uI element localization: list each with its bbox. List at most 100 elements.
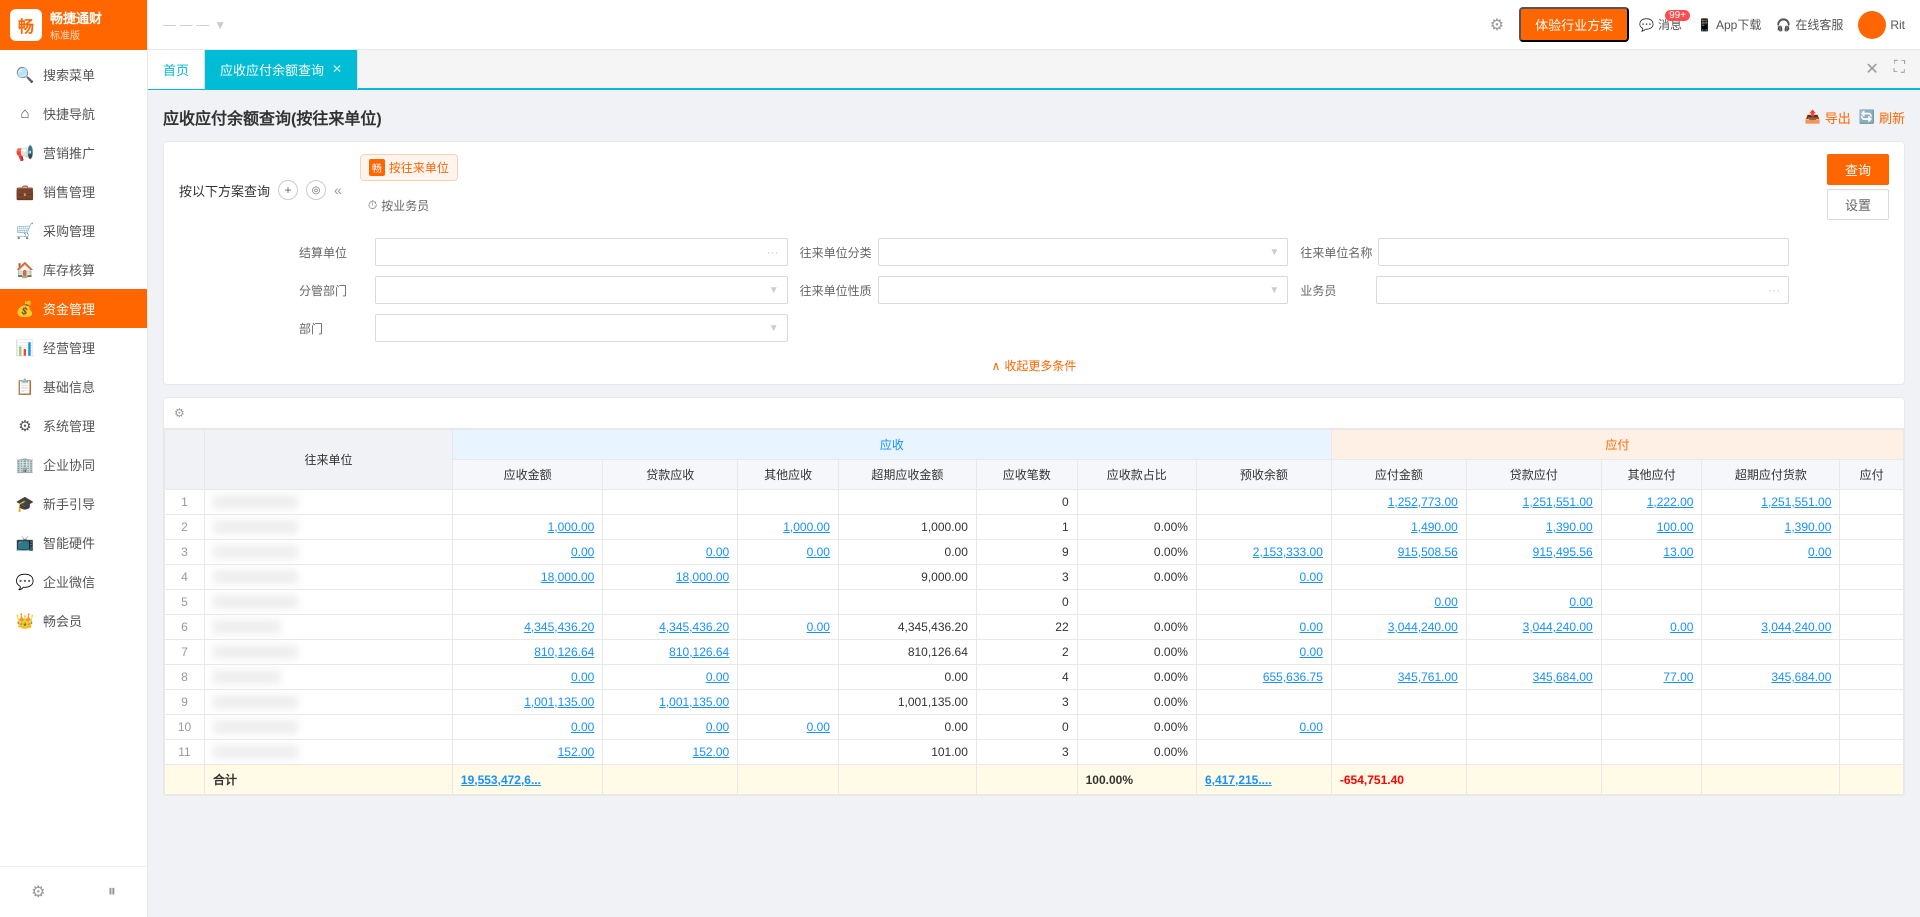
row-advance-sr[interactable]: 0.00 — [1196, 715, 1331, 740]
row-loan-fu[interactable] — [1466, 740, 1601, 765]
row-advance-sr[interactable]: 0.00 — [1196, 565, 1331, 590]
row-other-sr[interactable]: 1,000.00 — [738, 515, 839, 540]
row-overdue-fu[interactable]: 3,044,240.00 — [1702, 615, 1840, 640]
tab-receivable[interactable]: 应收应付余额查询 ✕ — [205, 49, 358, 89]
row-other-fu[interactable] — [1601, 740, 1702, 765]
row-overdue-fu[interactable]: 0.00 — [1702, 540, 1840, 565]
row-loan-sr[interactable] — [603, 590, 738, 615]
row-loan-fu[interactable]: 1,390.00 — [1466, 515, 1601, 540]
row-overdue-fu[interactable] — [1702, 740, 1840, 765]
sidebar-item-hardware[interactable]: 📺 智能硬件 — [0, 523, 147, 562]
table-settings-icon[interactable]: ⚙ — [174, 406, 185, 420]
row-receivable[interactable]: 0.00 — [452, 665, 602, 690]
row-receivable[interactable]: 1,000.00 — [452, 515, 602, 540]
row-loan-fu[interactable]: 3,044,240.00 — [1466, 615, 1601, 640]
row-receivable[interactable] — [452, 590, 602, 615]
row-loan-sr[interactable]: 810,126.64 — [603, 640, 738, 665]
settings-bottom-btn[interactable]: ⚙ — [21, 877, 55, 907]
row-loan-fu[interactable]: 345,684.00 — [1466, 665, 1601, 690]
sidebar-item-member[interactable]: 👑 畅会员 — [0, 601, 147, 640]
row-payable[interactable]: 1,490.00 — [1331, 515, 1466, 540]
sidebar-item-system[interactable]: ⚙ 系统管理 — [0, 406, 147, 445]
setting-button[interactable]: 设置 — [1827, 189, 1889, 220]
row-advance-sr[interactable]: 0.00 — [1196, 615, 1331, 640]
row-other-fu[interactable] — [1601, 640, 1702, 665]
row-overdue-fu[interactable]: 345,684.00 — [1702, 665, 1840, 690]
row-loan-sr[interactable]: 4,345,436.20 — [603, 615, 738, 640]
row-overdue-fu[interactable] — [1702, 690, 1840, 715]
row-loan-fu[interactable] — [1466, 715, 1601, 740]
close-tab-btn[interactable]: ✕ — [1860, 54, 1883, 84]
filter-scheme-staff[interactable]: ⏱ 按业务员 — [360, 193, 468, 218]
dept-manage-input[interactable]: ▼ — [375, 276, 788, 304]
refresh-button[interactable]: 🔄 刷新 — [1859, 108, 1905, 127]
sidebar-item-inventory[interactable]: 🏠 库存核算 — [0, 250, 147, 289]
row-loan-sr[interactable]: 18,000.00 — [603, 565, 738, 590]
row-loan-sr[interactable]: 0.00 — [603, 715, 738, 740]
row-other-sr[interactable] — [738, 565, 839, 590]
row-advance-sr[interactable]: 0.00 — [1196, 640, 1331, 665]
row-overdue-fu[interactable] — [1702, 565, 1840, 590]
row-loan-sr[interactable]: 1,001,135.00 — [603, 690, 738, 715]
row-other-fu[interactable] — [1601, 715, 1702, 740]
row-other-sr[interactable]: 0.00 — [738, 615, 839, 640]
sidebar-item-purchase[interactable]: 🛒 采购管理 — [0, 211, 147, 250]
unit-nature-input[interactable]: ▼ — [878, 276, 1289, 304]
filter-collapse-icon[interactable]: « — [334, 182, 342, 198]
row-advance-sr[interactable] — [1196, 490, 1331, 515]
export-button[interactable]: 📤 导出 — [1805, 108, 1851, 127]
row-overdue-fu[interactable] — [1702, 715, 1840, 740]
user-profile-btn[interactable]: Rit — [1858, 11, 1905, 39]
row-loan-sr[interactable]: 0.00 — [603, 540, 738, 565]
row-other-sr[interactable] — [738, 590, 839, 615]
filter-scheme-unit[interactable]: 畅 按往来单位 — [360, 154, 458, 181]
row-loan-fu[interactable]: 0.00 — [1466, 590, 1601, 615]
row-other-sr[interactable] — [738, 690, 839, 715]
row-other-fu[interactable] — [1601, 590, 1702, 615]
row-other-fu[interactable]: 13.00 — [1601, 540, 1702, 565]
online-service-btn[interactable]: 🎧 在线客服 — [1776, 16, 1843, 33]
row-payable[interactable]: 915,508.56 — [1331, 540, 1466, 565]
row-receivable[interactable]: 18,000.00 — [452, 565, 602, 590]
dept-input[interactable]: ▼ — [375, 314, 788, 342]
sidebar-item-finance[interactable]: 💰 资金管理 — [0, 289, 147, 328]
row-overdue-fu[interactable] — [1702, 590, 1840, 615]
row-other-sr[interactable] — [738, 740, 839, 765]
row-loan-sr[interactable]: 0.00 — [603, 665, 738, 690]
row-advance-sr[interactable] — [1196, 740, 1331, 765]
row-other-fu[interactable]: 0.00 — [1601, 615, 1702, 640]
row-other-fu[interactable]: 100.00 — [1601, 515, 1702, 540]
row-other-fu[interactable]: 1,222.00 — [1601, 490, 1702, 515]
row-payable[interactable] — [1331, 715, 1466, 740]
promo-button[interactable]: 体验行业方案 — [1519, 7, 1629, 42]
maximize-tab-btn[interactable]: ⛶ — [1889, 54, 1910, 84]
sidebar-item-newbie[interactable]: 🎓 新手引导 — [0, 484, 147, 523]
tab-close-icon[interactable]: ✕ — [332, 62, 342, 76]
row-other-sr[interactable]: 0.00 — [738, 715, 839, 740]
row-loan-sr[interactable] — [603, 490, 738, 515]
filter-add-btn[interactable]: + — [278, 180, 298, 200]
row-receivable[interactable] — [452, 490, 602, 515]
query-button[interactable]: 查询 — [1827, 154, 1889, 185]
row-other-sr[interactable] — [738, 665, 839, 690]
row-payable[interactable]: 1,252,773.00 — [1331, 490, 1466, 515]
row-receivable[interactable]: 4,345,436.20 — [452, 615, 602, 640]
filter-template-btn[interactable]: ◎ — [306, 180, 326, 200]
row-other-fu[interactable] — [1601, 690, 1702, 715]
row-payable[interactable]: 0.00 — [1331, 590, 1466, 615]
sidebar-item-operation[interactable]: 📊 经营管理 — [0, 328, 147, 367]
row-receivable[interactable]: 152.00 — [452, 740, 602, 765]
sidebar-item-basicinfo[interactable]: 📋 基础信息 — [0, 367, 147, 406]
row-payable[interactable] — [1331, 640, 1466, 665]
row-receivable[interactable]: 0.00 — [452, 540, 602, 565]
settlement-unit-input[interactable]: ··· — [375, 238, 788, 266]
collapse-more-btn[interactable]: ∧ 收起更多条件 — [179, 352, 1889, 379]
row-loan-sr[interactable] — [603, 515, 738, 540]
row-other-fu[interactable]: 77.00 — [1601, 665, 1702, 690]
row-other-sr[interactable] — [738, 640, 839, 665]
row-advance-sr[interactable] — [1196, 690, 1331, 715]
row-receivable[interactable]: 0.00 — [452, 715, 602, 740]
row-loan-fu[interactable]: 915,495.56 — [1466, 540, 1601, 565]
sidebar-item-wechat[interactable]: 💬 企业微信 — [0, 562, 147, 601]
row-loan-sr[interactable]: 152.00 — [603, 740, 738, 765]
